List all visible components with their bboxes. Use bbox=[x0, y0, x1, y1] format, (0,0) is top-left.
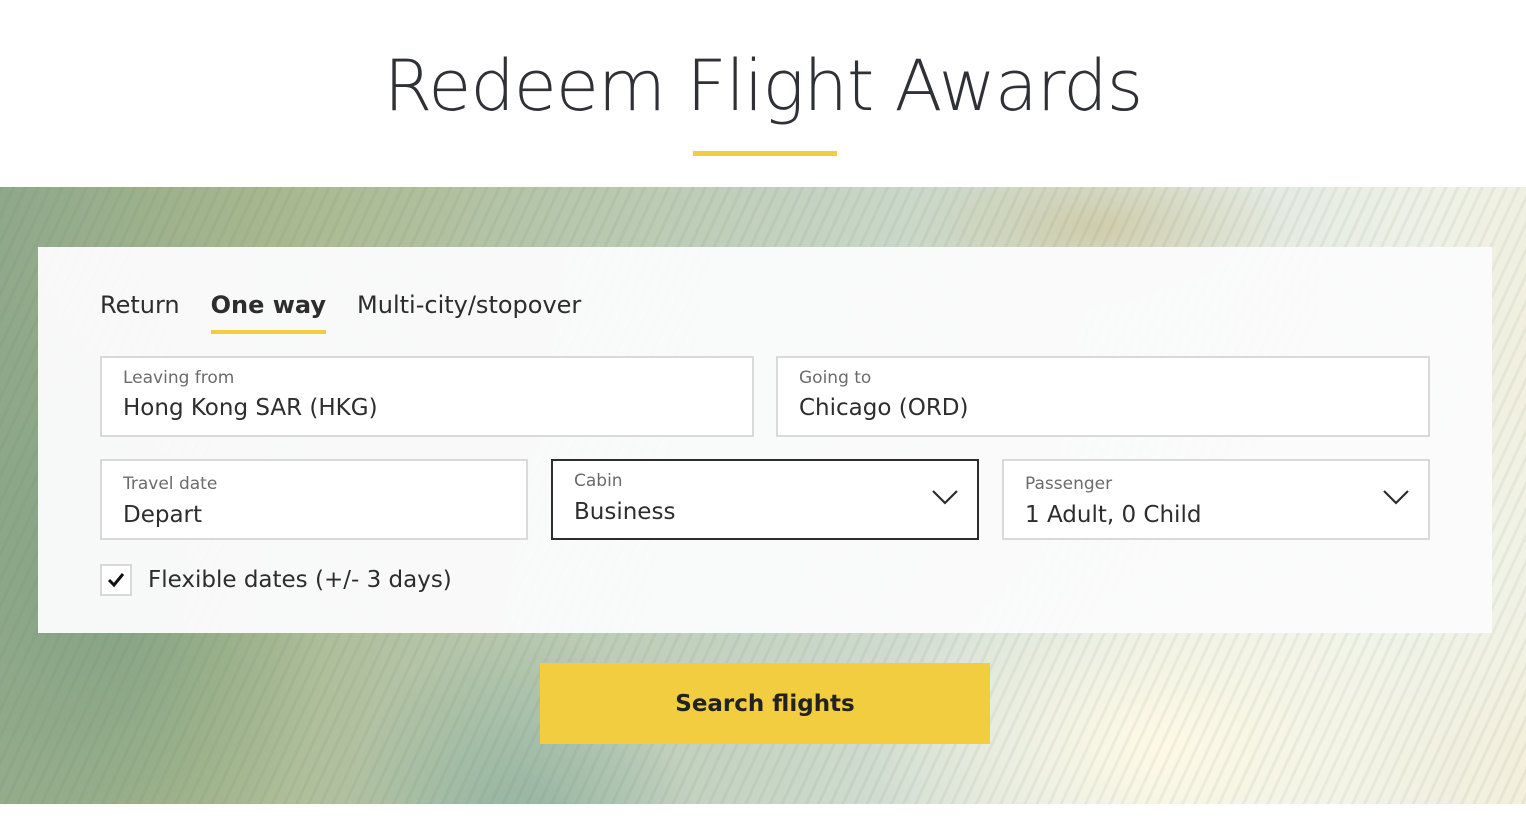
trip-type-tabs: Return One way Multi-city/stopover bbox=[100, 288, 612, 334]
leaving-from-field[interactable]: Leaving from Hong Kong SAR (HKG) bbox=[100, 356, 754, 437]
checkmark-icon bbox=[107, 573, 125, 588]
travel-date-field[interactable]: Travel date Depart bbox=[100, 459, 528, 540]
cabin-select[interactable]: Cabin Business bbox=[551, 459, 979, 540]
title-underline bbox=[693, 151, 837, 156]
going-to-field[interactable]: Going to Chicago (ORD) bbox=[776, 356, 1430, 437]
tab-multi-city[interactable]: Multi-city/stopover bbox=[357, 288, 581, 332]
search-flights-button[interactable]: Search flights bbox=[540, 663, 990, 744]
leaving-from-label: Leaving from bbox=[123, 368, 235, 388]
tab-return[interactable]: Return bbox=[100, 288, 180, 332]
chevron-down-icon[interactable] bbox=[931, 487, 959, 507]
travel-date-value[interactable]: Depart bbox=[123, 502, 202, 528]
passenger-select[interactable]: Passenger 1 Adult, 0 Child bbox=[1002, 459, 1430, 540]
flexible-dates-label[interactable]: Flexible dates (+/- 3 days) bbox=[148, 564, 452, 596]
going-to-value[interactable]: Chicago (ORD) bbox=[799, 395, 969, 421]
page-title: Redeem Flight Awards bbox=[383, 45, 1143, 127]
chevron-down-icon[interactable] bbox=[1382, 487, 1410, 507]
passenger-value: 1 Adult, 0 Child bbox=[1025, 502, 1202, 528]
leaving-from-value[interactable]: Hong Kong SAR (HKG) bbox=[123, 395, 378, 421]
travel-date-label: Travel date bbox=[123, 474, 218, 494]
going-to-label: Going to bbox=[799, 368, 872, 388]
tab-one-way[interactable]: One way bbox=[210, 288, 327, 334]
passenger-label: Passenger bbox=[1025, 474, 1113, 494]
flexible-dates-checkbox[interactable] bbox=[100, 564, 132, 596]
cabin-value: Business bbox=[574, 499, 676, 525]
cabin-label: Cabin bbox=[574, 471, 623, 491]
